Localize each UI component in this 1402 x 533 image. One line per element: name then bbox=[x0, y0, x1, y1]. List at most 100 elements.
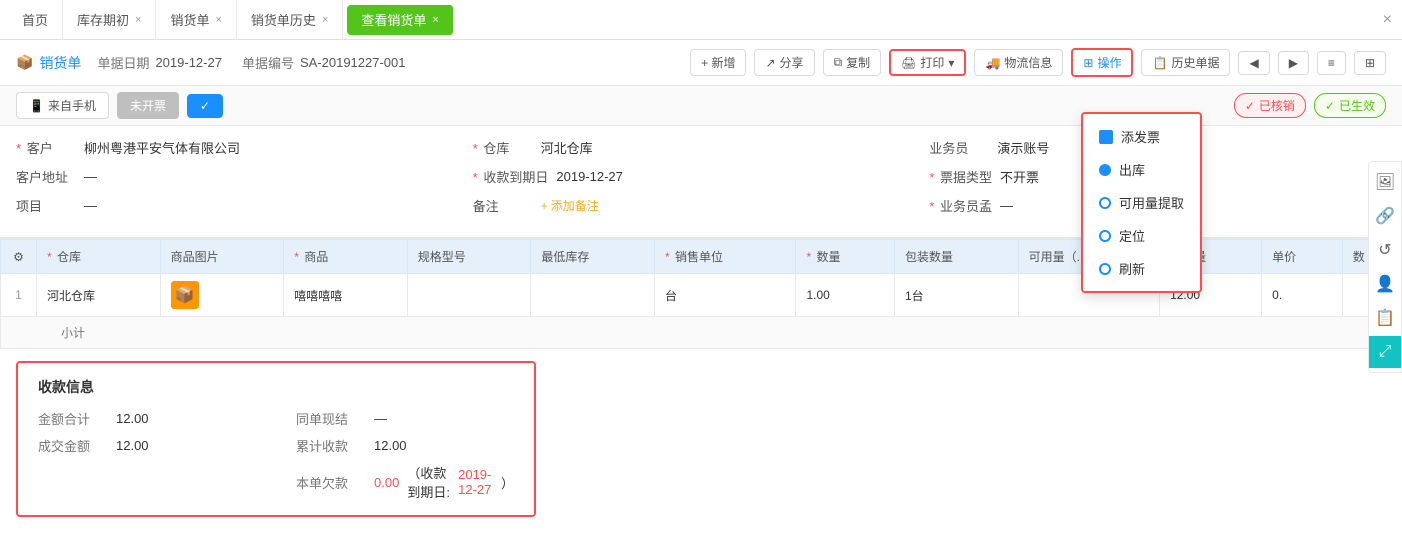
tab-history[interactable]: 销货单历史 × bbox=[237, 0, 343, 40]
tab-history-close[interactable]: × bbox=[322, 14, 328, 26]
dropdown-available[interactable]: 可用量提取 bbox=[1083, 186, 1200, 219]
col-unit: * 销售单位 bbox=[654, 240, 796, 274]
toolbar: + 新增 ↗ 分享 ⧉ 复制 🖨 打印 ▾ 🚚 物流信息 bbox=[690, 48, 1386, 77]
payment-same-order-row: 同单现结 — bbox=[296, 409, 514, 428]
tab-history-label: 销货单历史 bbox=[251, 10, 316, 29]
sidebar-icon-expand[interactable]: ⤢ bbox=[1369, 336, 1401, 368]
col-spec: 规格型号 bbox=[407, 240, 531, 274]
note-field: 备注 + 添加备注 bbox=[473, 196, 930, 215]
payment-total-label: 金额合计 bbox=[38, 409, 108, 428]
logistics-label: 物流信息 bbox=[1004, 54, 1052, 71]
product-image: 📦 bbox=[171, 281, 199, 309]
dropdown-refresh[interactable]: 刷新 bbox=[1083, 252, 1200, 285]
operation-icon: ⊞ bbox=[1083, 56, 1093, 70]
payment-same-order-label: 同单现结 bbox=[296, 409, 366, 428]
history-icon: 📋 bbox=[1152, 56, 1167, 70]
dropdown-locate[interactable]: 定位 bbox=[1083, 219, 1200, 252]
tab-inventory-close[interactable]: × bbox=[135, 14, 141, 26]
staff-label: 业务员 bbox=[929, 138, 989, 157]
logistics-button[interactable]: 🚚 物流信息 bbox=[974, 49, 1063, 76]
locate-icon bbox=[1099, 230, 1111, 242]
col-warehouse: * 仓库 bbox=[37, 240, 161, 274]
sidebar-icon-image[interactable]: 🖼 bbox=[1369, 166, 1401, 198]
payment-owed-row: 本单欠款 0.00 （收款到期日: 2019-12-27 ） bbox=[296, 463, 514, 501]
prev-button[interactable]: ◀ bbox=[1238, 51, 1269, 75]
next-button[interactable]: ▶ bbox=[1278, 51, 1309, 75]
active-status: ✓ 已生效 bbox=[1314, 93, 1386, 118]
staff2-label: * 业务员孟 bbox=[929, 196, 992, 215]
tab-inventory[interactable]: 库存期初 × bbox=[63, 0, 156, 40]
add-note-button[interactable]: + 添加备注 bbox=[541, 197, 599, 214]
staff2-value: — bbox=[1000, 198, 1013, 213]
tab-view-sales-close[interactable]: × bbox=[432, 14, 438, 26]
new-button[interactable]: + 新增 bbox=[690, 49, 746, 76]
add-invoice-icon bbox=[1099, 130, 1113, 144]
history-label: 历史单据 bbox=[1171, 54, 1219, 71]
payment-same-order-value: — bbox=[374, 411, 387, 426]
print-button[interactable]: 🖨 打印 ▾ bbox=[889, 49, 966, 76]
staff-value: 演示账号 bbox=[997, 138, 1049, 157]
tab-view-sales[interactable]: 查看销货单 × bbox=[347, 5, 453, 35]
row-pack-qty: 1台 bbox=[894, 274, 1018, 317]
due-date-field: * 收款到期日 2019-12-27 bbox=[473, 167, 930, 186]
copy-button[interactable]: ⧉ 复制 bbox=[823, 49, 882, 76]
payment-owed-value: 0.00 bbox=[374, 475, 399, 490]
available-label: 可用量提取 bbox=[1119, 193, 1184, 212]
sidebar-icon-list[interactable]: 📋 bbox=[1369, 302, 1401, 334]
dropdown-add-invoice[interactable]: 添发票 bbox=[1083, 120, 1200, 153]
project-value: — bbox=[84, 198, 97, 213]
list-view-button[interactable]: ⊞ bbox=[1354, 51, 1386, 75]
tab-sales[interactable]: 销货单 × bbox=[156, 0, 236, 40]
sold-label: 已核销 bbox=[1259, 97, 1295, 114]
payment-total-row: 金额合计 12.00 bbox=[38, 409, 256, 428]
tab-sales-close[interactable]: × bbox=[215, 14, 221, 26]
doc-header: 📦 销货单 单据日期 2019-12-27 单据编号 SA-20191227-0… bbox=[0, 40, 1402, 86]
sold-status: ✓ 已核销 bbox=[1234, 93, 1306, 118]
col-qty: * 数量 bbox=[796, 240, 895, 274]
print-icon: 🖨 bbox=[901, 56, 916, 70]
payment-total-value: 12.00 bbox=[116, 411, 149, 426]
row-qty: 1.00 bbox=[796, 274, 895, 317]
window-close-button[interactable]: × bbox=[1383, 11, 1392, 29]
row-min-stock bbox=[531, 274, 655, 317]
row-warehouse: 河北仓库 bbox=[37, 274, 161, 317]
tab-sales-label: 销货单 bbox=[170, 10, 209, 29]
from-mobile-label: 来自手机 bbox=[48, 97, 96, 114]
col-product: * 商品 bbox=[284, 240, 408, 274]
doc-num-value: SA-20191227-001 bbox=[300, 55, 406, 70]
note-label: 备注 bbox=[473, 196, 533, 215]
grid-view-button[interactable]: ≡ bbox=[1317, 51, 1346, 75]
payment-deal-row: 成交金额 12.00 bbox=[38, 436, 256, 455]
payment-cumulative-value: 12.00 bbox=[374, 438, 407, 453]
print-label: 打印 bbox=[920, 54, 944, 71]
operation-label: 操作 bbox=[1097, 54, 1121, 71]
copy-icon: ⧉ bbox=[834, 55, 843, 70]
payment-deal-label: 成交金额 bbox=[38, 436, 108, 455]
note-placeholder: 添加备注 bbox=[551, 197, 599, 214]
payment-owed-label: 本单欠款 bbox=[296, 473, 366, 492]
sidebar-icon-user[interactable]: 👤 bbox=[1369, 268, 1401, 300]
check-button[interactable]: ✓ bbox=[187, 94, 223, 118]
sidebar-icon-refresh[interactable]: ↺ bbox=[1369, 234, 1401, 266]
customer-value: 柳州粤港平安气体有限公司 bbox=[84, 138, 240, 157]
tab-bar: 首页 库存期初 × 销货单 × 销货单历史 × 查看销货单 × × bbox=[0, 0, 1402, 40]
refresh-label: 刷新 bbox=[1119, 259, 1145, 278]
dropdown-outbound[interactable]: 出库 bbox=[1083, 153, 1200, 186]
copy-label: 复制 bbox=[846, 54, 870, 71]
outbound-label: 出库 bbox=[1119, 160, 1145, 179]
from-mobile-button[interactable]: 📱 来自手机 bbox=[16, 92, 109, 119]
payment-owed-suffix: （收款到期日: bbox=[407, 463, 450, 501]
tab-home-label: 首页 bbox=[22, 10, 48, 29]
doc-icon: 📦 bbox=[16, 54, 33, 71]
tab-home[interactable]: 首页 bbox=[8, 0, 63, 40]
share-icon: ↗ bbox=[765, 56, 775, 70]
doc-meta: 单据日期 2019-12-27 单据编号 SA-20191227-001 bbox=[97, 53, 674, 72]
operation-button[interactable]: ⊞ 操作 bbox=[1071, 48, 1133, 77]
share-button[interactable]: ↗ 分享 bbox=[754, 49, 814, 76]
sidebar-icon-link[interactable]: 🔗 bbox=[1369, 200, 1401, 232]
not-open-button[interactable]: 未开票 bbox=[117, 92, 179, 119]
outbound-icon bbox=[1099, 164, 1111, 176]
due-date-value: 2019-12-27 bbox=[556, 169, 623, 184]
history-button[interactable]: 📋 历史单据 bbox=[1141, 49, 1230, 76]
warehouse-value: 河北仓库 bbox=[541, 138, 593, 157]
